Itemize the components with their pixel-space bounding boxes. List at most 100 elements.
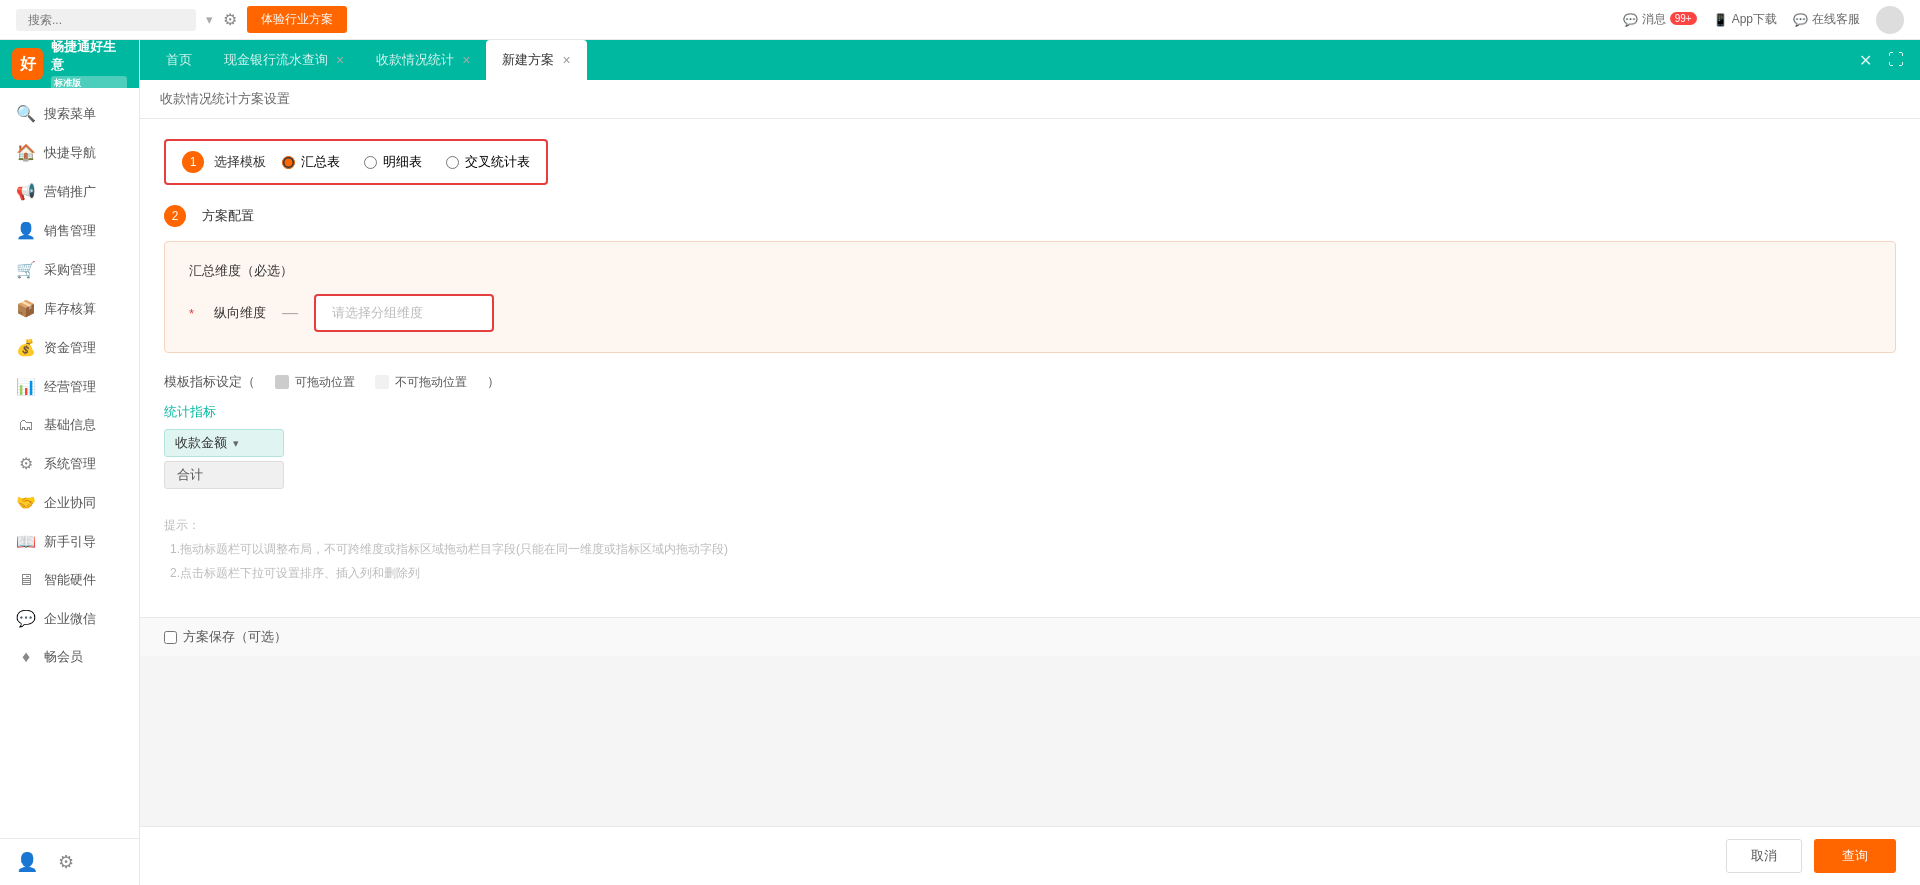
dimension-row: * 纵向维度 — 请选择分组维度 [189,294,1871,332]
sidebar-item-wechat[interactable]: 💬 企业微信 [0,599,139,638]
metric-subtag-label: 合计 [177,466,203,484]
dim-arrow-icon: — [282,304,298,322]
sidebar-item-search[interactable]: 🔍 搜索菜单 [0,94,139,133]
hint-row-2: 2.点击标题栏下拉可设置排序、插入列和删除列 [164,561,1896,585]
guide-icon: 📖 [16,532,36,551]
tab-cashflow-close[interactable]: × [336,52,344,68]
sidebar-item-label: 畅会员 [44,648,83,666]
sidebar-item-sales[interactable]: 👤 销售管理 [0,211,139,250]
metric-subtag-total: 合计 [164,461,284,489]
notification-badge: 99+ [1670,12,1697,25]
sidebar-item-finance[interactable]: 💰 资金管理 [0,328,139,367]
dim-selector[interactable]: 请选择分组维度 [314,294,494,332]
sidebar-footer-icon1[interactable]: 👤 [16,851,38,873]
metrics-section: 模板指标设定（ 可拖动位置 不可拖动位置 ） 统计指标 [164,373,1896,489]
page-content: 收款情况统计方案设置 1 选择模板 汇总表 [140,80,1920,826]
save-option[interactable]: 方案保存（可选） [164,628,287,646]
tab-collection[interactable]: 收款情况统计 × [360,40,486,80]
notification-icon: 💬 [1623,13,1638,27]
cancel-button[interactable]: 取消 [1726,839,1802,873]
save-option-label: 方案保存（可选） [183,628,287,646]
metric-tag-label: 收款金额 [175,434,227,452]
tab-cashflow-label: 现金银行流水查询 [224,51,328,69]
support-label: 在线客服 [1812,11,1860,28]
sidebar-item-management[interactable]: 📊 经营管理 [0,367,139,406]
tab-new-plan-close[interactable]: × [562,52,570,68]
notification-item[interactable]: 💬 消息 99+ [1623,11,1697,28]
tab-home[interactable]: 首页 [150,40,208,80]
top-bar: ▾ ⚙ 体验行业方案 💬 消息 99+ 📱 App下载 💬 在线客服 [0,0,1920,40]
tab-cashflow[interactable]: 现金银行流水查询 × [208,40,360,80]
step1-row: 1 选择模板 汇总表 明细表 [164,139,1896,185]
member-icon: ♦ [16,648,36,666]
query-button[interactable]: 查询 [1814,839,1896,873]
sidebar-item-hardware[interactable]: 🖥 智能硬件 [0,561,139,599]
system-icon: ⚙ [16,454,36,473]
sidebar-logo: 好 畅捷通好生意 标准版 [0,40,139,88]
metrics-title: 统计指标 [164,403,1896,421]
sidebar-item-label: 资金管理 [44,339,96,357]
dropdown-icon[interactable]: ▾ [206,12,213,27]
sidebar-item-system[interactable]: ⚙ 系统管理 [0,444,139,483]
page-title: 收款情况统计方案设置 [160,91,290,106]
logo-text: 畅捷通好生意 [51,40,127,74]
gear-icon[interactable]: ⚙ [223,10,237,29]
sidebar-item-nav[interactable]: 🏠 快捷导航 [0,133,139,172]
sidebar-item-label: 库存核算 [44,300,96,318]
sidebar-item-inventory[interactable]: 📦 库存核算 [0,289,139,328]
hardware-icon: 🖥 [16,571,36,589]
wechat-icon: 💬 [16,609,36,628]
sidebar-item-label: 企业协同 [44,494,96,512]
radio-cross[interactable]: 交叉统计表 [446,153,530,171]
management-icon: 📊 [16,377,36,396]
user-avatar[interactable] [1876,6,1904,34]
sidebar-item-guide[interactable]: 📖 新手引导 [0,522,139,561]
tab-new-plan[interactable]: 新建方案 × [486,40,586,80]
sidebar-item-marketing[interactable]: 📢 营销推广 [0,172,139,211]
sidebar-item-basic[interactable]: 🗂 基础信息 [0,406,139,444]
top-bar-right: 💬 消息 99+ 📱 App下载 💬 在线客服 [1623,6,1904,34]
radio-detail-input[interactable] [364,156,377,169]
step1-label: 选择模板 [214,153,266,171]
sidebar-item-purchase[interactable]: 🛒 采购管理 [0,250,139,289]
industry-btn[interactable]: 体验行业方案 [247,6,347,33]
radio-detail[interactable]: 明细表 [364,153,422,171]
dimension-title: 汇总维度（必选） [189,262,1871,280]
sidebar-item-member[interactable]: ♦ 畅会员 [0,638,139,676]
step2-section: 2 方案配置 汇总维度（必选） * 纵向维度 — 请选择分组维度 [164,205,1896,597]
radio-summary-input[interactable] [282,156,295,169]
sidebar-footer-icon2[interactable]: ⚙ [58,851,74,873]
radio-detail-label: 明细表 [383,153,422,171]
form-section: 1 选择模板 汇总表 明细表 [140,119,1920,617]
tab-collection-close[interactable]: × [462,52,470,68]
radio-summary[interactable]: 汇总表 [282,153,340,171]
metric-tag-amount[interactable]: 收款金额 ▾ [164,429,284,457]
content-area: 首页 现金银行流水查询 × 收款情况统计 × 新建方案 × ✕ ⛶ [140,40,1920,885]
logo-icon: 好 [12,48,43,80]
purchase-icon: 🛒 [16,260,36,279]
sidebar-nav: 🔍 搜索菜单 🏠 快捷导航 📢 营销推广 👤 销售管理 🛒 采购管理 📦 [0,88,139,838]
download-icon: 📱 [1713,13,1728,27]
sidebar-footer: 👤 ⚙ [0,838,139,885]
draggable-label: 可拖动位置 [295,374,355,391]
top-bar-left: ▾ ⚙ 体验行业方案 [16,6,347,33]
notification-label: 消息 [1642,11,1666,28]
tab-close-all-btn[interactable]: ✕ [1855,47,1876,74]
sidebar-item-enterprise[interactable]: 🤝 企业协同 [0,483,139,522]
main-layout: 好 畅捷通好生意 标准版 🔍 搜索菜单 🏠 快捷导航 📢 营销推广 👤 销售管理 [0,40,1920,885]
tab-home-label: 首页 [166,51,192,69]
finance-icon: 💰 [16,338,36,357]
sales-icon: 👤 [16,221,36,240]
metrics-header: 模板指标设定（ 可拖动位置 不可拖动位置 ） [164,373,1896,391]
radio-cross-input[interactable] [446,156,459,169]
save-checkbox[interactable] [164,631,177,644]
step2-header: 2 方案配置 [164,205,1896,227]
sidebar-item-label: 快捷导航 [44,144,96,162]
support-item[interactable]: 💬 在线客服 [1793,11,1860,28]
no-drag-indicator: 不可拖动位置 [375,374,467,391]
tab-collection-label: 收款情况统计 [376,51,454,69]
download-item[interactable]: 📱 App下载 [1713,11,1777,28]
sidebar-item-label: 智能硬件 [44,571,96,589]
tab-expand-btn[interactable]: ⛶ [1884,47,1908,73]
top-search-input[interactable] [16,9,196,31]
